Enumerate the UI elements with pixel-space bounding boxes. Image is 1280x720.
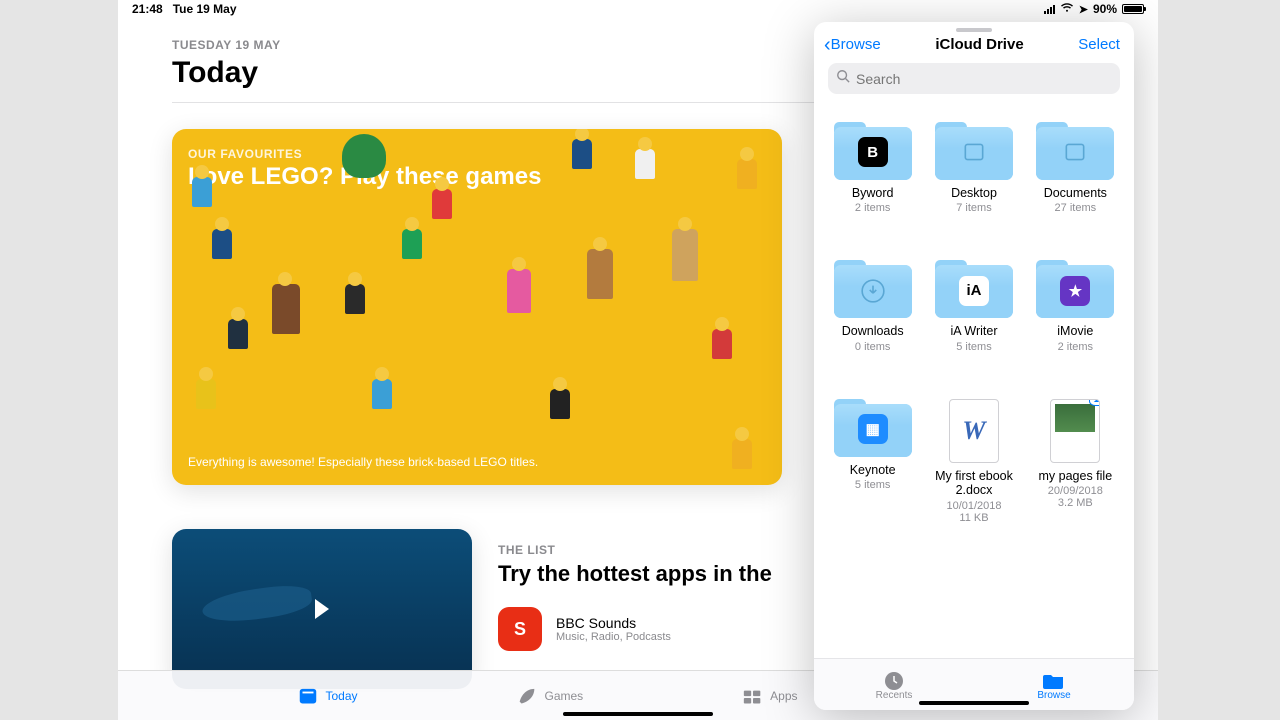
home-indicator[interactable] bbox=[563, 712, 713, 716]
feature-caption: Everything is awesome! Especially these … bbox=[188, 455, 538, 469]
back-button[interactable]: ‹ Browse bbox=[824, 36, 881, 53]
wifi-icon bbox=[1060, 2, 1074, 16]
file-name: Desktop bbox=[929, 186, 1018, 200]
file-name: my pages file bbox=[1031, 469, 1120, 483]
folder-icon: ▦ bbox=[834, 399, 912, 457]
today-icon bbox=[297, 687, 319, 705]
status-bar: 21:48 Tue 19 May ➤ 90% bbox=[118, 0, 1158, 18]
clock-icon bbox=[882, 669, 906, 689]
cloud-download-icon: ☁ bbox=[1089, 399, 1100, 406]
search-input[interactable] bbox=[856, 71, 1112, 87]
files-grid: B Byword 2 items Desktop 7 items Documents 27 … bbox=[814, 94, 1134, 658]
file-subtitle: 2 items bbox=[1031, 341, 1120, 353]
cellular-icon bbox=[1044, 5, 1055, 14]
panel-grip[interactable] bbox=[956, 28, 992, 32]
search-field[interactable] bbox=[828, 63, 1120, 94]
feature-card[interactable]: OUR FAVOURITES Love LEGO? Play these gam… bbox=[172, 129, 782, 485]
apps-icon bbox=[742, 687, 764, 705]
folder-icon bbox=[1036, 122, 1114, 180]
panel-home-indicator[interactable] bbox=[919, 701, 1029, 705]
file-subtitle: 0 items bbox=[828, 341, 917, 353]
file-name: Keynote bbox=[828, 463, 917, 477]
file-subtitle2: 11 KB bbox=[929, 512, 1018, 524]
chevron-left-icon: ‹ bbox=[824, 38, 831, 52]
panel-title: iCloud Drive bbox=[935, 36, 1023, 53]
file-item[interactable]: ★ iMovie 2 items bbox=[1031, 260, 1120, 352]
file-item[interactable]: ☁ my pages file 20/09/20183.2 MB bbox=[1031, 399, 1120, 524]
file-name: Downloads bbox=[828, 324, 917, 338]
document-thumbnail: ☁ bbox=[1050, 399, 1100, 463]
file-subtitle: 20/09/2018 bbox=[1031, 485, 1120, 497]
battery-icon bbox=[1122, 4, 1144, 14]
status-time: 21:48 bbox=[132, 2, 163, 16]
feature-pretitle: OUR FAVOURITES bbox=[188, 147, 302, 161]
folder-icon bbox=[1042, 669, 1066, 689]
app-subtitle: Music, Radio, Podcasts bbox=[556, 631, 671, 643]
file-name: My first ebook 2.docx bbox=[929, 469, 1018, 498]
file-item[interactable]: B Byword 2 items bbox=[828, 122, 917, 214]
files-slideover: ‹ Browse iCloud Drive Select B Byword 2 it… bbox=[814, 22, 1134, 710]
file-subtitle: 5 items bbox=[828, 479, 917, 491]
select-button[interactable]: Select bbox=[1078, 36, 1120, 53]
folder-icon: B bbox=[834, 122, 912, 180]
folder-icon: iA bbox=[935, 260, 1013, 318]
status-date: Tue 19 May bbox=[173, 2, 237, 16]
search-icon bbox=[836, 69, 850, 88]
file-item[interactable]: W My first ebook 2.docx 10/01/201811 KB bbox=[929, 399, 1018, 524]
file-name: iA Writer bbox=[929, 324, 1018, 338]
rocket-icon bbox=[516, 687, 538, 705]
tab-apps[interactable]: Apps bbox=[742, 687, 797, 705]
file-item[interactable]: Documents 27 items bbox=[1031, 122, 1120, 214]
folder-icon: ★ bbox=[1036, 260, 1114, 318]
app-name: BBC Sounds bbox=[556, 615, 671, 631]
file-item[interactable]: Downloads 0 items bbox=[828, 260, 917, 352]
file-subtitle: 27 items bbox=[1031, 202, 1120, 214]
file-name: iMovie bbox=[1031, 324, 1120, 338]
file-item[interactable]: iA iA Writer 5 items bbox=[929, 260, 1018, 352]
file-item[interactable]: ▦ Keynote 5 items bbox=[828, 399, 917, 524]
file-subtitle2: 3.2 MB bbox=[1031, 497, 1120, 509]
video-card[interactable] bbox=[172, 529, 472, 689]
tab-games[interactable]: Games bbox=[516, 687, 583, 705]
file-subtitle: 10/01/2018 bbox=[929, 500, 1018, 512]
ipad-screen: 21:48 Tue 19 May ➤ 90% TUESDAY 19 MAY To… bbox=[118, 0, 1158, 720]
file-subtitle: 5 items bbox=[929, 341, 1018, 353]
file-name: Byword bbox=[828, 186, 917, 200]
folder-icon bbox=[834, 260, 912, 318]
document-icon: W bbox=[949, 399, 999, 463]
file-subtitle: 2 items bbox=[828, 202, 917, 214]
play-icon bbox=[315, 599, 329, 619]
location-icon: ➤ bbox=[1079, 3, 1088, 16]
file-subtitle: 7 items bbox=[929, 202, 1018, 214]
file-name: Documents bbox=[1031, 186, 1120, 200]
folder-icon bbox=[935, 122, 1013, 180]
tab-today[interactable]: Today bbox=[297, 687, 357, 705]
file-item[interactable]: Desktop 7 items bbox=[929, 122, 1018, 214]
battery-percent: 90% bbox=[1093, 2, 1117, 16]
app-icon: S bbox=[498, 607, 542, 651]
